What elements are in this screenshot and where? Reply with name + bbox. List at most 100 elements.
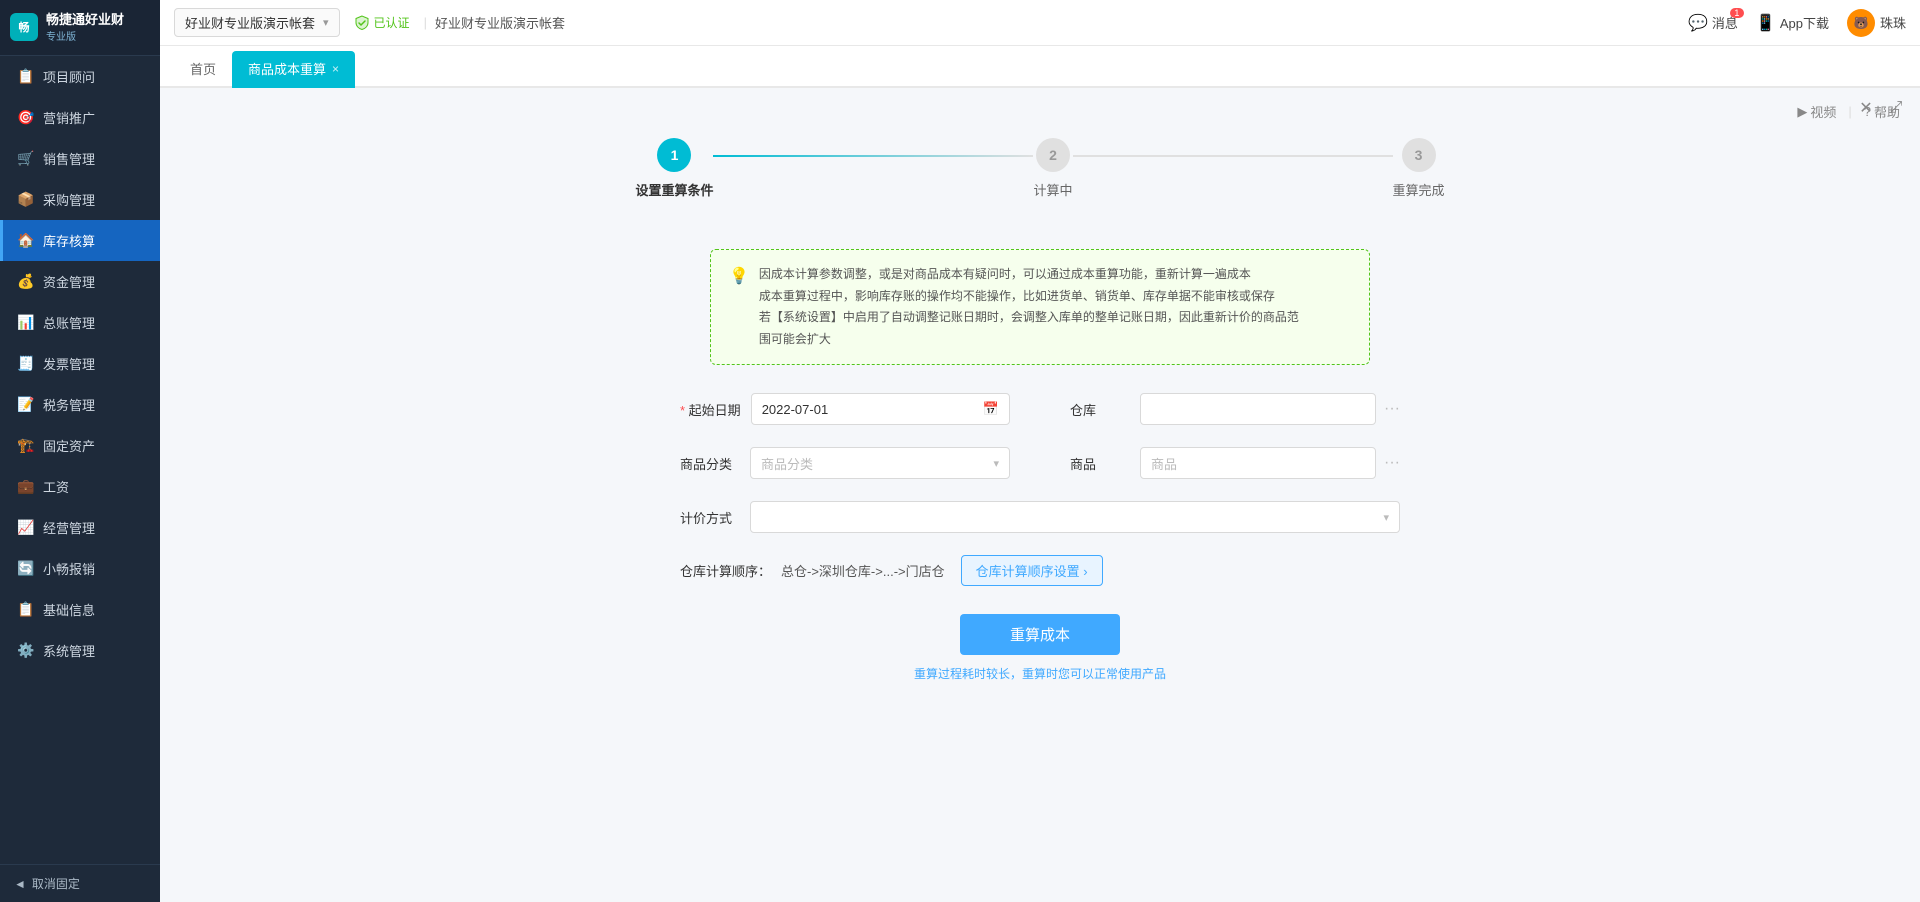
sidebar-item-purchase[interactable]: 📦 采购管理 — [0, 179, 160, 220]
sidebar-item-project[interactable]: 📋 项目顾问 — [0, 56, 160, 97]
form-row-1: 起始日期 2022-07-01 📅 仓库 ··· — [680, 393, 1400, 425]
user-name: 珠珠 — [1880, 13, 1906, 32]
sidebar-item-sales[interactable]: 🛒 销售管理 — [0, 138, 160, 179]
sidebar-item-expense[interactable]: 🔄 小畅报销 — [0, 548, 160, 589]
warehouse-order-row: 仓库计算顺序： 总仓->深圳仓库->...->门店仓 仓库计算顺序设置 › — [680, 555, 1400, 586]
chevron-down-icon: ▾ — [993, 457, 999, 470]
tab-close-icon[interactable]: × — [332, 62, 339, 76]
step-1: 1 设置重算条件 — [635, 138, 713, 199]
form-group-category: 商品分类 商品分类 ▾ — [680, 447, 1010, 479]
goods-placeholder: 商品 — [1151, 454, 1177, 473]
expense-icon: 🔄 — [17, 559, 35, 577]
price-method-select[interactable]: ▾ — [750, 501, 1400, 533]
form-container: 起始日期 2022-07-01 📅 仓库 ··· 商品分类 — [680, 393, 1400, 682]
bulb-icon: 💡 — [729, 266, 749, 286]
sidebar-item-label: 小畅报销 — [43, 559, 95, 578]
form-row-2: 商品分类 商品分类 ▾ 商品 商品 ··· — [680, 447, 1400, 479]
phone-icon: 📱 — [1756, 13, 1776, 33]
shield-icon — [354, 15, 370, 31]
verified-badge: 已认证 — [354, 14, 410, 31]
tax-icon: 📝 — [17, 395, 35, 413]
warehouse-input[interactable] — [1140, 393, 1376, 425]
tab-recalc-label: 商品成本重算 — [248, 59, 326, 78]
start-date-label: 起始日期 — [680, 400, 741, 419]
video-link[interactable]: ▶ 视频 — [1797, 102, 1836, 121]
sidebar-item-payroll[interactable]: 💼 工资 — [0, 466, 160, 507]
step-label-1: 设置重算条件 — [635, 180, 713, 199]
content-area: ✕ ⤢ ▶ 视频 | ? 帮助 1 设置重算条件 — [160, 88, 1920, 902]
system-icon: ⚙️ — [17, 641, 35, 659]
sidebar-item-label: 营销推广 — [43, 108, 95, 127]
message-icon: 💬 — [1688, 13, 1708, 33]
chevron-down-icon: ▾ — [323, 16, 329, 29]
topbar-right: 💬 消息 1 📱 App下载 🐻 珠珠 — [1688, 9, 1906, 37]
form-group-price-method: 计价方式 ▾ — [680, 501, 1400, 533]
sidebar-item-assets[interactable]: 🏗️ 固定资产 — [0, 425, 160, 466]
tab-recalc[interactable]: 商品成本重算 × — [232, 51, 355, 88]
message-button[interactable]: 💬 消息 1 — [1688, 13, 1738, 33]
marketing-icon: 🎯 — [17, 108, 35, 126]
sidebar-item-system[interactable]: ⚙️ 系统管理 — [0, 630, 160, 671]
sidebar-item-label: 发票管理 — [43, 354, 95, 373]
sidebar-nav: 📋 项目顾问 🎯 营销推广 🛒 销售管理 📦 采购管理 🏠 库存核算 💰 资金管… — [0, 56, 160, 864]
warehouse-order-label: 仓库计算顺序： — [680, 561, 771, 580]
chevron-down-icon: ▾ — [1383, 511, 1389, 524]
sidebar-item-inventory[interactable]: 🏠 库存核算 — [0, 220, 160, 261]
sidebar-item-label: 基础信息 — [43, 600, 95, 619]
sidebar-item-label: 工资 — [43, 477, 69, 496]
start-date-input[interactable]: 2022-07-01 📅 — [751, 393, 1010, 425]
calendar-icon: 📅 — [983, 401, 999, 417]
steps-container: 1 设置重算条件 2 计算中 3 重算完成 — [200, 118, 1880, 219]
sidebar-item-label: 系统管理 — [43, 641, 95, 660]
sidebar-item-finance[interactable]: 💰 资金管理 — [0, 261, 160, 302]
sidebar-item-operation[interactable]: 📈 经营管理 — [0, 507, 160, 548]
payroll-icon: 💼 — [17, 477, 35, 495]
sidebar-item-invoice[interactable]: 🧾 发票管理 — [0, 343, 160, 384]
step-label-2: 计算中 — [1033, 180, 1072, 199]
sidebar-item-marketing[interactable]: 🎯 营销推广 — [0, 97, 160, 138]
user-profile-button[interactable]: 🐻 珠珠 — [1847, 9, 1906, 37]
step-3: 3 重算完成 — [1393, 138, 1445, 199]
sidebar-item-label: 税务管理 — [43, 395, 95, 414]
purchase-icon: 📦 — [17, 190, 35, 208]
sidebar-unpin[interactable]: ◄ 取消固定 — [0, 864, 160, 902]
category-select[interactable]: 商品分类 ▾ — [750, 447, 1010, 479]
sidebar-header: 畅 畅捷通好业财 专业版 — [0, 0, 160, 56]
verified-text: 已认证 — [374, 14, 410, 31]
project-icon: 📋 — [17, 67, 35, 85]
topbar-left: 好业财专业版演示帐套 ▾ 已认证 | 好业财专业版演示帐套 — [174, 8, 1688, 37]
step-label-3: 重算完成 — [1393, 180, 1445, 199]
help-link[interactable]: ? 帮助 — [1864, 102, 1900, 121]
tab-home-label: 首页 — [190, 62, 216, 77]
goods-input[interactable]: 商品 — [1140, 447, 1376, 479]
account-selector-text: 好业财专业版演示帐套 — [185, 13, 315, 32]
sidebar-item-label: 采购管理 — [43, 190, 95, 209]
sidebar-item-accounting[interactable]: 📊 总账管理 — [0, 302, 160, 343]
step-circle-1: 1 — [657, 138, 691, 172]
goods-more-icon[interactable]: ··· — [1384, 454, 1400, 472]
step-circle-3: 3 — [1402, 138, 1436, 172]
warehouse-more-icon[interactable]: ··· — [1384, 400, 1400, 418]
unpin-icon: ◄ — [14, 877, 26, 891]
account-selector[interactable]: 好业财专业版演示帐套 ▾ — [174, 8, 340, 37]
sidebar-item-basic[interactable]: 📋 基础信息 — [0, 589, 160, 630]
warehouse-order-settings-button[interactable]: 仓库计算顺序设置 › — [961, 555, 1103, 586]
app-download-label: App下载 — [1780, 13, 1829, 32]
avatar: 🐻 — [1847, 9, 1875, 37]
invoice-icon: 🧾 — [17, 354, 35, 372]
question-icon: ? — [1864, 104, 1871, 119]
recalc-section: 重算成本 重算过程耗时较长，重算时您可以正常使用产品 — [680, 614, 1400, 682]
warehouse-order-value: 总仓->深圳仓库->...->门店仓 — [781, 561, 945, 580]
main-area: 好业财专业版演示帐套 ▾ 已认证 | 好业财专业版演示帐套 💬 消息 1 — [160, 0, 1920, 902]
recalc-button[interactable]: 重算成本 — [960, 614, 1120, 655]
help-links: ▶ 视频 | ? 帮助 — [1797, 102, 1900, 121]
price-method-label: 计价方式 — [680, 508, 740, 527]
form-group-start-date: 起始日期 2022-07-01 📅 — [680, 393, 1010, 425]
tab-home[interactable]: 首页 — [174, 51, 232, 88]
sidebar-item-tax[interactable]: 📝 税务管理 — [0, 384, 160, 425]
recalc-btn-label: 重算成本 — [1010, 627, 1070, 644]
app-download-button[interactable]: 📱 App下载 — [1756, 13, 1829, 33]
sidebar-footer-label: 取消固定 — [32, 875, 80, 892]
app-title: 畅捷通好业财 — [46, 12, 124, 28]
form-row-3: 计价方式 ▾ — [680, 501, 1400, 533]
